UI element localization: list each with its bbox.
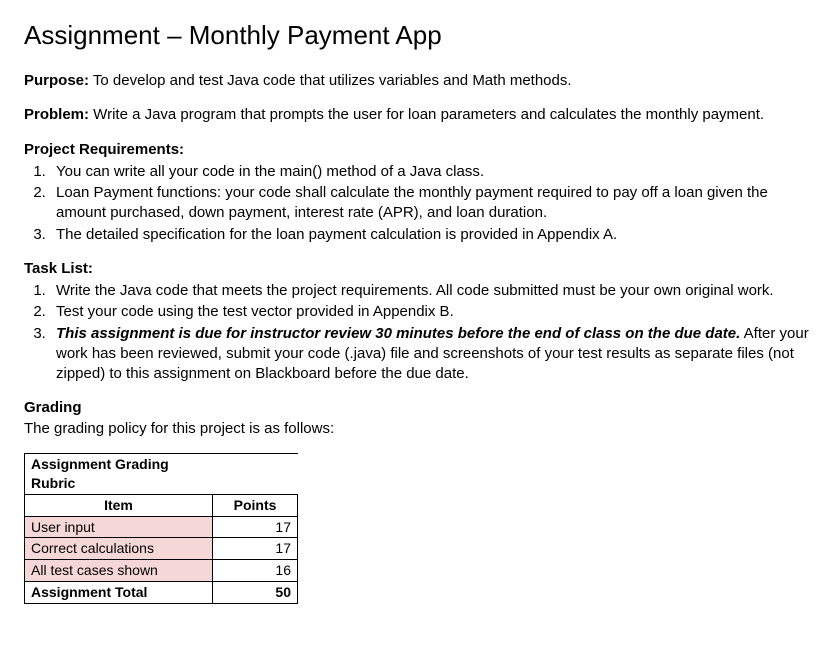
grading-label: Grading <box>24 398 812 418</box>
list-item: This assignment is due for instructor re… <box>50 324 812 385</box>
page-title: Assignment – Monthly Payment App <box>24 18 812 53</box>
rubric-points: 16 <box>213 560 298 582</box>
purpose-section: Purpose: To develop and test Java code t… <box>24 71 812 91</box>
list-item: Write the Java code that meets the proje… <box>50 281 812 301</box>
task-emphasis: This assignment is due for instructor re… <box>56 325 740 342</box>
requirements-label: Project Requirements: <box>24 140 812 160</box>
rubric-header-points: Points <box>213 494 298 516</box>
list-item: You can write all your code in the main(… <box>50 162 812 182</box>
rubric-title-spacer <box>213 453 298 494</box>
rubric-points: 17 <box>213 516 298 538</box>
grading-text: The grading policy for this project is a… <box>24 419 812 439</box>
requirements-section: Project Requirements: You can write all … <box>24 140 812 245</box>
purpose-text: To develop and test Java code that utili… <box>89 72 572 89</box>
problem-section: Problem: Write a Java program that promp… <box>24 105 812 125</box>
rubric-table: Assignment Grading Rubric Item Points Us… <box>24 453 298 604</box>
rubric-item: Correct calculations <box>25 538 213 560</box>
tasks-section: Task List: Write the Java code that meet… <box>24 259 812 385</box>
grading-section: Grading The grading policy for this proj… <box>24 398 812 439</box>
rubric-header-item: Item <box>25 494 213 516</box>
list-item: The detailed specification for the loan … <box>50 225 812 245</box>
problem-label: Problem: <box>24 106 89 123</box>
requirements-list: You can write all your code in the main(… <box>24 162 812 245</box>
list-item: Loan Payment functions: your code shall … <box>50 183 812 224</box>
rubric-points: 17 <box>213 538 298 560</box>
rubric-total-label: Assignment Total <box>25 582 213 604</box>
rubric-total-points: 50 <box>213 582 298 604</box>
tasks-label: Task List: <box>24 259 812 279</box>
purpose-label: Purpose: <box>24 72 89 89</box>
rubric-item: All test cases shown <box>25 560 213 582</box>
rubric-title: Assignment Grading Rubric <box>25 453 213 494</box>
rubric-item: User input <box>25 516 213 538</box>
problem-text: Write a Java program that prompts the us… <box>89 106 764 123</box>
tasks-list: Write the Java code that meets the proje… <box>24 281 812 384</box>
list-item: Test your code using the test vector pro… <box>50 302 812 322</box>
